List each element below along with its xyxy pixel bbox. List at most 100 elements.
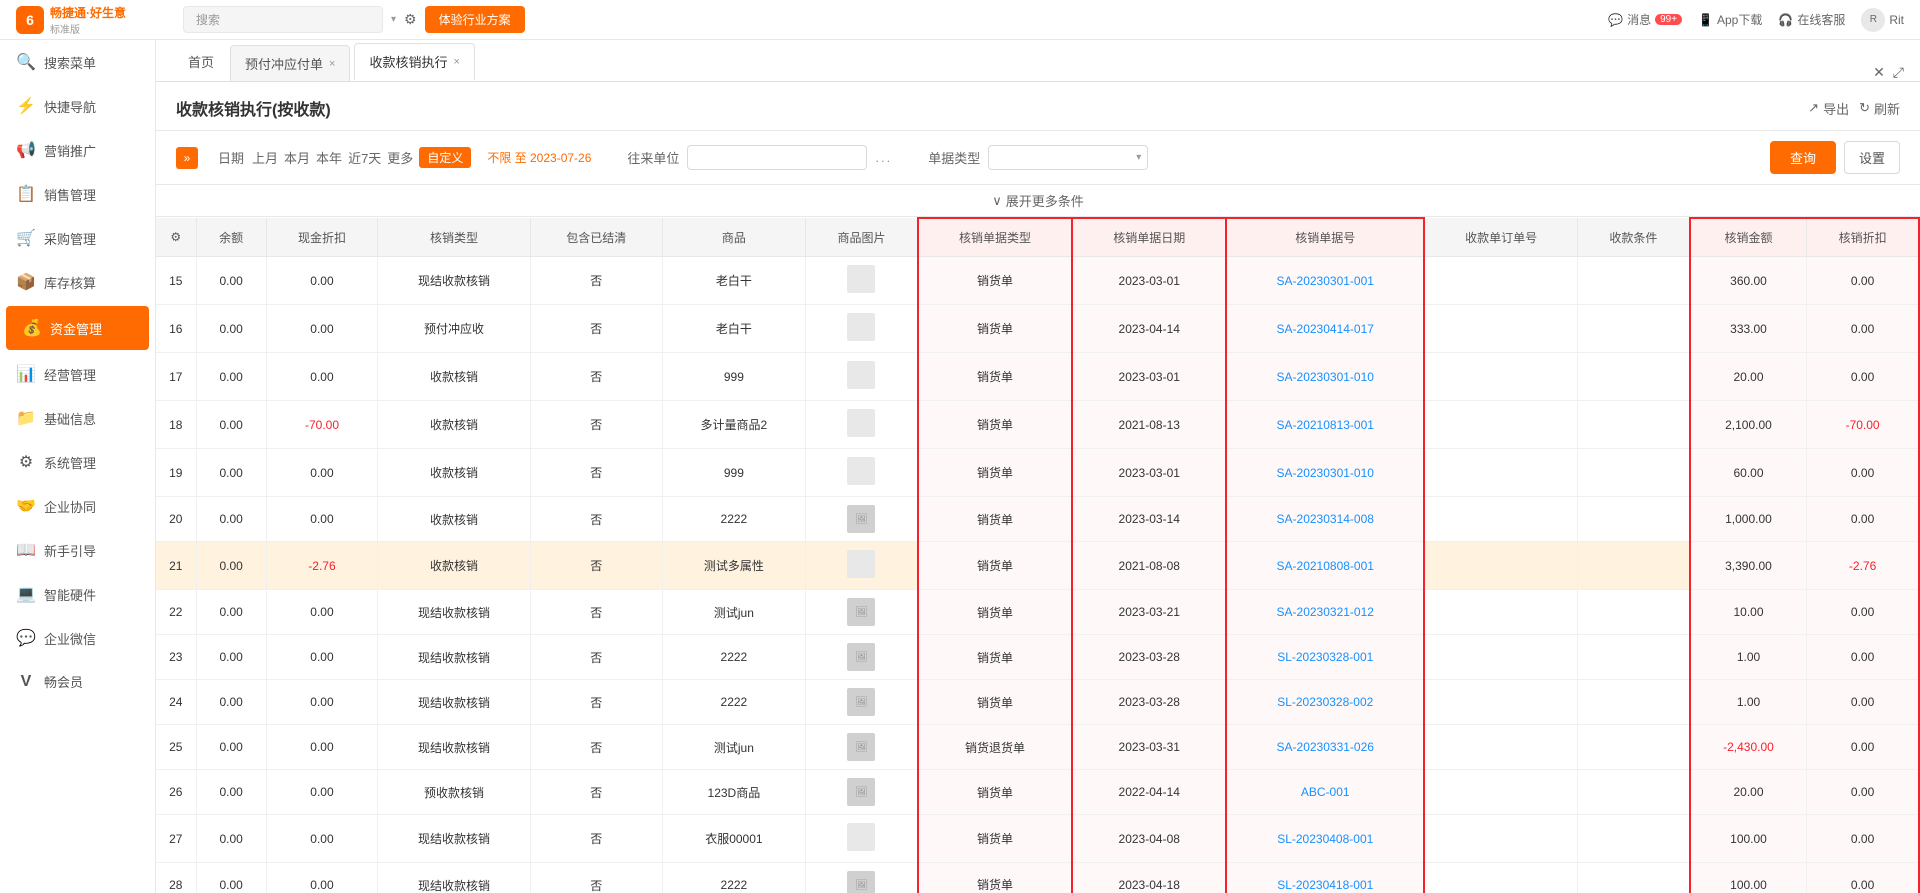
row-writeoff-type: 收款核销	[378, 497, 531, 542]
row-bill-date: 2023-04-08	[1072, 815, 1226, 863]
settings-icon[interactable]: ⚙	[404, 11, 417, 28]
row-bill-no[interactable]: SA-20230331-026	[1226, 725, 1424, 770]
page-title: 收款核销执行(按收款)	[176, 96, 331, 120]
last7-link[interactable]: 近7天	[348, 148, 381, 167]
bill-no-link[interactable]: SL-20230328-002	[1277, 695, 1373, 709]
bill-no-link[interactable]: SA-20230301-010	[1277, 466, 1374, 480]
sidebar-item-search[interactable]: 🔍 搜索菜单	[0, 40, 155, 84]
filter-settings-button[interactable]: 设置	[1844, 141, 1900, 174]
messages-item[interactable]: 💬 消息 99+	[1608, 11, 1682, 28]
sidebar-item-hardware[interactable]: 💻 智能硬件	[0, 572, 155, 616]
this-month-link[interactable]: 本月	[284, 148, 310, 167]
row-bill-no[interactable]: SA-20230301-010	[1226, 449, 1424, 497]
row-cash-discount: -70.00	[266, 401, 377, 449]
sidebar-item-inventory[interactable]: 📦 库存核算	[0, 260, 155, 304]
row-id: 20	[156, 497, 196, 542]
sidebar-item-finance[interactable]: 💰 资金管理	[6, 306, 149, 350]
this-year-link[interactable]: 本年	[316, 148, 342, 167]
tab-home[interactable]: 首页	[172, 44, 230, 81]
bill-no-link[interactable]: SA-20210808-001	[1277, 559, 1374, 573]
row-bill-date: 2023-04-18	[1072, 863, 1226, 893]
bill-no-link[interactable]: SA-20230414-017	[1277, 322, 1374, 336]
trial-button[interactable]: 体验行业方案	[425, 6, 525, 33]
last-month-link[interactable]: 上月	[252, 148, 278, 167]
bill-no-link[interactable]: SL-20230328-001	[1277, 650, 1373, 664]
table-row: 150.000.00现结收款核销否老白干销货单2023-03-01SA-2023…	[156, 257, 1919, 305]
sidebar-label-member: 畅会员	[44, 672, 83, 691]
row-bill-no[interactable]: SA-20230321-012	[1226, 590, 1424, 635]
top-bar: 6 畅捷通·好生意 标准版 搜索 ▾ ⚙ 体验行业方案 💬 消息 99+ 📱 A…	[0, 0, 1920, 40]
sidebar-item-purchase[interactable]: 🛒 采购管理	[0, 216, 155, 260]
expand-button[interactable]: ∨ 展开更多条件	[992, 191, 1084, 210]
row-balance: 0.00	[196, 725, 266, 770]
tab-writeoff[interactable]: 收款核销执行 ×	[354, 43, 474, 81]
custom-date-button[interactable]: 自定义	[419, 147, 471, 168]
row-bill-no[interactable]: ABC-001	[1226, 770, 1424, 815]
maximize-window-icon[interactable]: ⤢	[1893, 64, 1904, 81]
bill-no-link[interactable]: SA-20210813-001	[1277, 418, 1374, 432]
user-avatar[interactable]: R Rit	[1861, 8, 1904, 32]
row-bill-no[interactable]: SL-20230418-001	[1226, 863, 1424, 893]
row-writeoff-amt: 60.00	[1690, 449, 1807, 497]
sidebar-item-wechat[interactable]: 💬 企业微信	[0, 616, 155, 660]
product-image: 🖼	[847, 733, 875, 761]
row-bill-no[interactable]: SA-20230301-010	[1226, 353, 1424, 401]
query-actions: 查询 设置	[1770, 141, 1900, 174]
row-order-no	[1424, 815, 1577, 863]
row-bill-no[interactable]: SA-20230414-017	[1226, 305, 1424, 353]
row-bill-no[interactable]: SL-20230328-002	[1226, 680, 1424, 725]
bill-no-link[interactable]: SL-20230408-001	[1277, 832, 1373, 846]
row-id: 18	[156, 401, 196, 449]
bill-type-arrow-icon: ▾	[1136, 152, 1141, 163]
counterparty-input[interactable]	[687, 145, 867, 170]
more-link[interactable]: 更多	[387, 148, 413, 167]
row-bill-no[interactable]: SL-20230408-001	[1226, 815, 1424, 863]
sidebar-item-member[interactable]: V 畅会员	[0, 660, 155, 703]
sidebar-item-system[interactable]: ⚙ 系统管理	[0, 440, 155, 484]
bill-no-link[interactable]: SA-20230301-010	[1277, 370, 1374, 384]
sidebar-item-basic-info[interactable]: 📁 基础信息	[0, 396, 155, 440]
row-product: 测试jun	[662, 725, 805, 770]
row-bill-no[interactable]: SA-20210813-001	[1226, 401, 1424, 449]
close-window-icon[interactable]: ✕	[1873, 64, 1885, 81]
operations-icon: 📊	[16, 364, 36, 384]
bill-no-link[interactable]: SA-20230301-001	[1277, 274, 1374, 288]
bill-no-link[interactable]: SL-20230418-001	[1277, 878, 1373, 892]
top-search[interactable]: 搜索	[183, 6, 383, 33]
bill-no-link[interactable]: SA-20230314-008	[1277, 512, 1374, 526]
sidebar-item-quicknav[interactable]: ⚡ 快捷导航	[0, 84, 155, 128]
sidebar-item-guide[interactable]: 📖 新手引导	[0, 528, 155, 572]
bill-no-link[interactable]: SA-20230331-026	[1277, 740, 1374, 754]
row-bill-no[interactable]: SL-20230328-001	[1226, 635, 1424, 680]
row-order-no	[1424, 305, 1577, 353]
app-download-item[interactable]: 📱 App下载	[1698, 11, 1762, 28]
row-product: 999	[662, 353, 805, 401]
row-included: 否	[530, 770, 662, 815]
row-order-no	[1424, 257, 1577, 305]
sidebar-item-marketing[interactable]: 📢 营销推广	[0, 128, 155, 172]
tab-writeoff-close[interactable]: ×	[453, 56, 459, 68]
export-button[interactable]: ↗ 导出	[1808, 99, 1849, 118]
bill-no-link[interactable]: ABC-001	[1301, 785, 1350, 799]
sidebar-item-operations[interactable]: 📊 经营管理	[0, 352, 155, 396]
col-bill-date: 核销单据日期	[1072, 218, 1226, 257]
row-bill-date: 2023-03-21	[1072, 590, 1226, 635]
date-filter-label: 日期	[218, 148, 244, 167]
sidebar-item-enterprise[interactable]: 🤝 企业协同	[0, 484, 155, 528]
bill-no-link[interactable]: SA-20230321-012	[1277, 605, 1374, 619]
row-included: 否	[530, 353, 662, 401]
basicinfo-icon: 📁	[16, 408, 36, 428]
refresh-button[interactable]: ↻ 刷新	[1859, 99, 1900, 118]
tab-prepay-close[interactable]: ×	[329, 58, 335, 70]
online-service-item[interactable]: 🎧 在线客服	[1778, 11, 1845, 28]
sidebar-item-sales[interactable]: 📋 销售管理	[0, 172, 155, 216]
expand-sidebar-icon[interactable]: »	[176, 147, 198, 169]
row-bill-no[interactable]: SA-20230301-001	[1226, 257, 1424, 305]
row-bill-type: 销货单	[918, 635, 1072, 680]
query-button[interactable]: 查询	[1770, 141, 1836, 174]
row-bill-no[interactable]: SA-20210808-001	[1226, 542, 1424, 590]
bill-type-input[interactable]	[988, 145, 1148, 170]
tab-prepay[interactable]: 预付冲应付单 ×	[230, 45, 350, 81]
row-bill-no[interactable]: SA-20230314-008	[1226, 497, 1424, 542]
col-settings[interactable]: ⚙	[156, 218, 196, 257]
